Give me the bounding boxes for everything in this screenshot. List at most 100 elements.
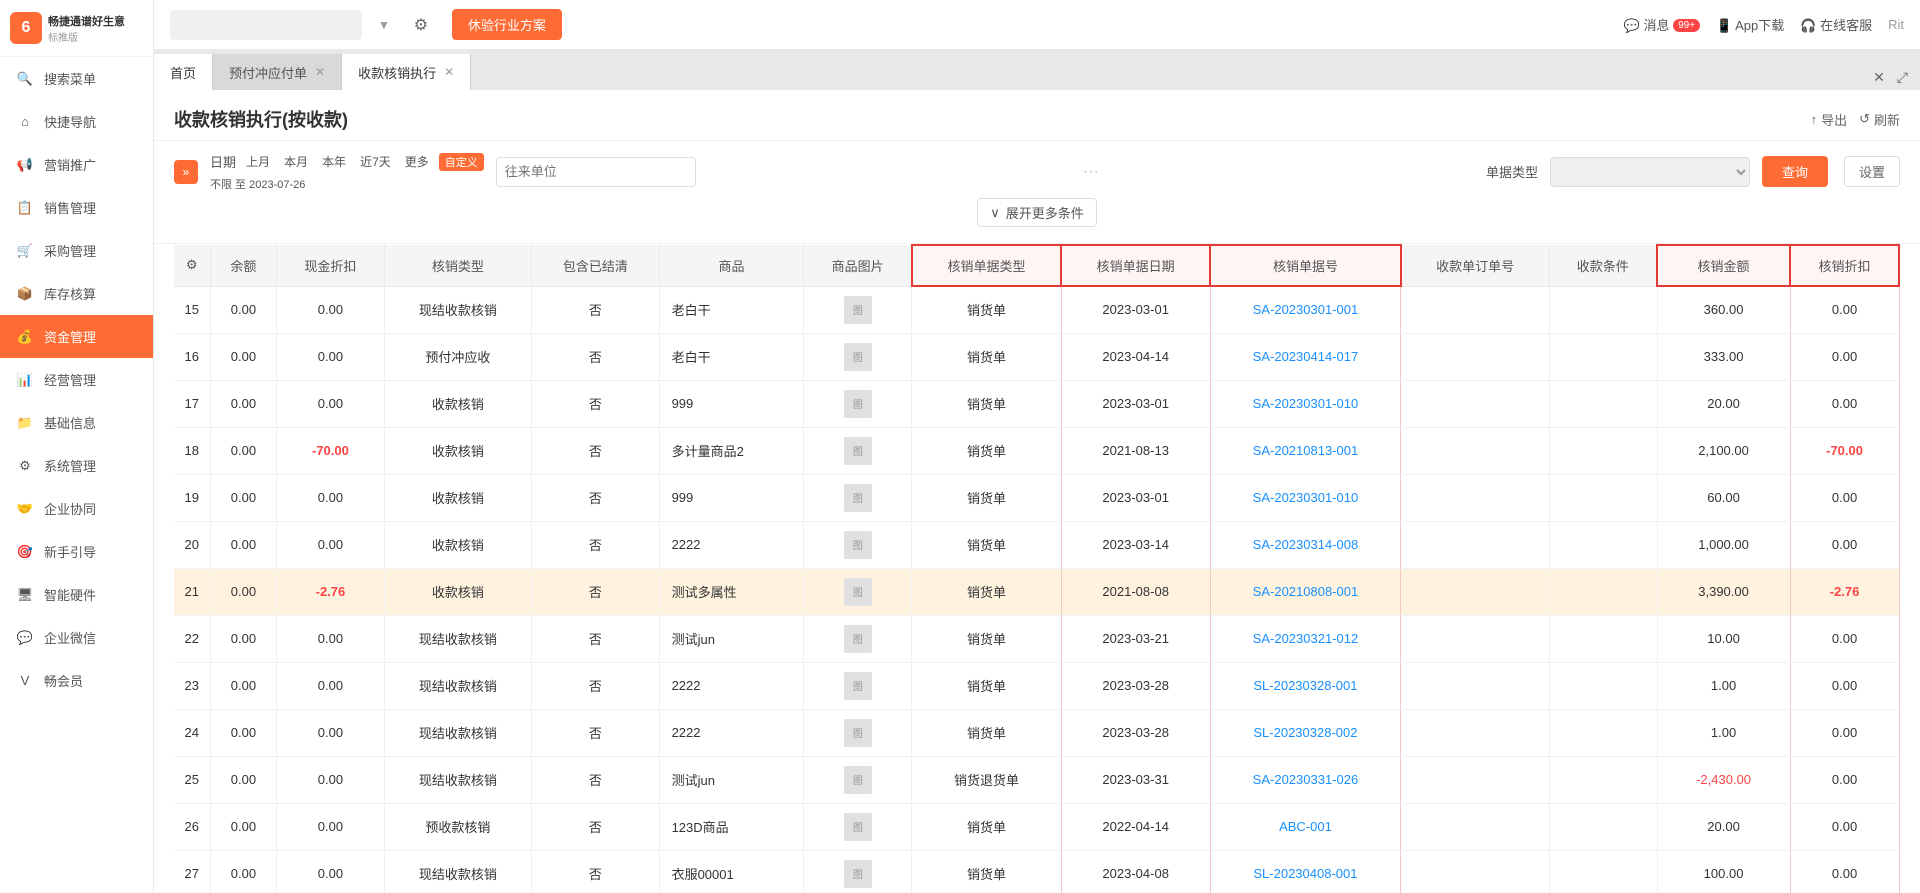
partner-input[interactable] — [496, 157, 696, 187]
topbar-search-input[interactable] — [170, 10, 362, 40]
close-tab2-icon[interactable]: ✕ — [444, 65, 454, 79]
online-service-link[interactable]: 🎧 在线客服 — [1800, 15, 1872, 34]
app-download-link[interactable]: 📱 App下载 — [1716, 15, 1784, 34]
tab-receipt-writeoff[interactable]: 收款核销执行 ✕ — [342, 54, 471, 90]
finance-icon: 💰 — [16, 328, 34, 346]
td-bill-date: 2023-03-01 — [1061, 286, 1210, 333]
td-cash-discount: 0.00 — [277, 521, 384, 568]
date-opt-last-month[interactable]: 上月 — [242, 151, 274, 172]
date-opt-more[interactable]: 更多 — [401, 151, 433, 172]
td-writeoff-type: 现结收款核销 — [384, 756, 532, 803]
sidebar-item-cooperation[interactable]: 🤝企业协同 — [0, 487, 153, 530]
solution-button[interactable]: 休验行业方案 — [452, 9, 562, 40]
sidebar-logo: 6 畅捷通谱好生意 标推版 — [0, 0, 153, 57]
td-no: 22 — [174, 615, 210, 662]
th-settings[interactable]: ⚙ — [174, 245, 210, 286]
td-include-settled: 否 — [532, 286, 659, 333]
td-receipt-condition — [1549, 615, 1657, 662]
date-opt-this-month[interactable]: 本月 — [280, 151, 312, 172]
topbar-gear-icon[interactable]: ⚙ — [406, 10, 436, 40]
td-balance: 0.00 — [210, 709, 277, 756]
td-bill-no: SA-20230331-026 — [1210, 756, 1400, 803]
sidebar-item-marketing[interactable]: 📢营销推广 — [0, 143, 153, 186]
td-receipt-order-no — [1401, 521, 1549, 568]
sidebar-label-guide: 新手引导 — [44, 542, 96, 561]
export-button[interactable]: ↑ 导出 — [1811, 110, 1848, 129]
sidebar-item-purchase[interactable]: 🛒采购管理 — [0, 229, 153, 272]
query-button[interactable]: 查询 — [1762, 156, 1828, 187]
page-title: 收款核销执行(按收款) — [174, 106, 348, 132]
shortcut-icon: ⌂ — [16, 113, 34, 131]
date-custom-badge[interactable]: 自定义 — [439, 153, 484, 171]
td-receipt-condition — [1549, 756, 1657, 803]
td-receipt-order-no — [1401, 615, 1549, 662]
settings-button[interactable]: 设置 — [1844, 156, 1900, 187]
message-icon[interactable]: 💬 消息 99+ — [1624, 15, 1700, 34]
td-writeoff-type: 现结收款核销 — [384, 709, 532, 756]
td-goods: 测试jun — [659, 756, 804, 803]
td-goods: 多计量商品2 — [659, 427, 804, 474]
td-bill-no: SL-20230408-001 — [1210, 850, 1400, 893]
date-opt-this-year[interactable]: 本年 — [318, 151, 350, 172]
td-receipt-order-no — [1401, 380, 1549, 427]
td-cash-discount: 0.00 — [277, 850, 384, 893]
td-writeoff-amount: 360.00 — [1657, 286, 1790, 333]
sidebar-item-inventory[interactable]: 📦库存核算 — [0, 272, 153, 315]
marketing-icon: 📢 — [16, 156, 34, 174]
table-row: 17 0.00 0.00 收款核销 否 999 图 销货单 2023-03-01… — [174, 380, 1899, 427]
td-writeoff-amount: 10.00 — [1657, 615, 1790, 662]
td-bill-date: 2023-03-31 — [1061, 756, 1210, 803]
sidebar-item-member[interactable]: V畅会员 — [0, 659, 153, 702]
td-goods: 2222 — [659, 709, 804, 756]
td-no: 27 — [174, 850, 210, 893]
date-opt-7days[interactable]: 近7天 — [356, 151, 395, 172]
sidebar-item-system[interactable]: ⚙系统管理 — [0, 444, 153, 487]
td-receipt-condition — [1549, 662, 1657, 709]
td-bill-type: 销货单 — [912, 850, 1061, 893]
tab-actions: ✕ ⤢ — [1861, 65, 1920, 90]
close-tab-button[interactable]: ✕ — [1869, 65, 1889, 90]
td-goods: 衣服00001 — [659, 850, 804, 893]
date-label: 日期 — [210, 152, 236, 171]
sidebar-item-hardware[interactable]: 🖥智能硬件 — [0, 573, 153, 616]
td-cash-discount: -70.00 — [277, 427, 384, 474]
tab-home[interactable]: 首页 — [154, 54, 213, 90]
bill-type-select[interactable] — [1550, 157, 1750, 187]
filter-expand-button[interactable]: » — [174, 160, 198, 184]
td-goods: 老白干 — [659, 333, 804, 380]
sidebar: 6 畅捷通谱好生意 标推版 🔍搜索菜单⌂快捷导航📢营销推广📋销售管理🛒采购管理📦… — [0, 0, 154, 893]
maximize-button[interactable]: ⤢ — [1893, 65, 1912, 90]
td-include-settled: 否 — [532, 380, 659, 427]
sidebar-item-sales[interactable]: 📋销售管理 — [0, 186, 153, 229]
td-cash-discount: 0.00 — [277, 803, 384, 850]
sidebar-item-search[interactable]: 🔍搜索菜单 — [0, 57, 153, 100]
sidebar-item-finance[interactable]: 💰资金管理 — [0, 315, 153, 358]
td-bill-date: 2023-03-01 — [1061, 474, 1210, 521]
td-no: 21 — [174, 568, 210, 615]
td-balance: 0.00 — [210, 521, 277, 568]
refresh-button[interactable]: ↺ 刷新 — [1859, 110, 1900, 129]
sidebar-item-wechat[interactable]: 💬企业微信 — [0, 616, 153, 659]
cooperation-icon: 🤝 — [16, 500, 34, 518]
td-bill-no: SL-20230328-002 — [1210, 709, 1400, 756]
td-writeoff-discount: 0.00 — [1790, 850, 1899, 893]
sidebar-item-operation[interactable]: 📊经营管理 — [0, 358, 153, 401]
td-bill-no: SA-20210813-001 — [1210, 427, 1400, 474]
guide-icon: 🎯 — [16, 543, 34, 561]
close-tab1-icon[interactable]: ✕ — [315, 65, 325, 79]
table-row: 20 0.00 0.00 收款核销 否 2222 图 销货单 2023-03-1… — [174, 521, 1899, 568]
main-content: ▼ ⚙ 休验行业方案 💬 消息 99+ 📱 App下载 🎧 在线客服 Rit 首… — [154, 0, 1920, 893]
td-cash-discount: 0.00 — [277, 333, 384, 380]
sidebar-item-shortcut[interactable]: ⌂快捷导航 — [0, 100, 153, 143]
td-goods-image: 图 — [804, 286, 912, 333]
sidebar-item-basic[interactable]: 📁基础信息 — [0, 401, 153, 444]
sidebar-item-guide[interactable]: 🎯 新手引导 — [0, 530, 153, 573]
td-bill-type: 销货单 — [912, 803, 1061, 850]
td-writeoff-amount: 100.00 — [1657, 850, 1790, 893]
td-writeoff-type: 收款核销 — [384, 568, 532, 615]
td-receipt-order-no — [1401, 709, 1549, 756]
td-include-settled: 否 — [532, 709, 659, 756]
td-cash-discount: 0.00 — [277, 662, 384, 709]
tab-prepay[interactable]: 预付冲应付单 ✕ — [213, 54, 342, 90]
expand-more-button[interactable]: ∨ 展开更多条件 — [977, 198, 1097, 227]
